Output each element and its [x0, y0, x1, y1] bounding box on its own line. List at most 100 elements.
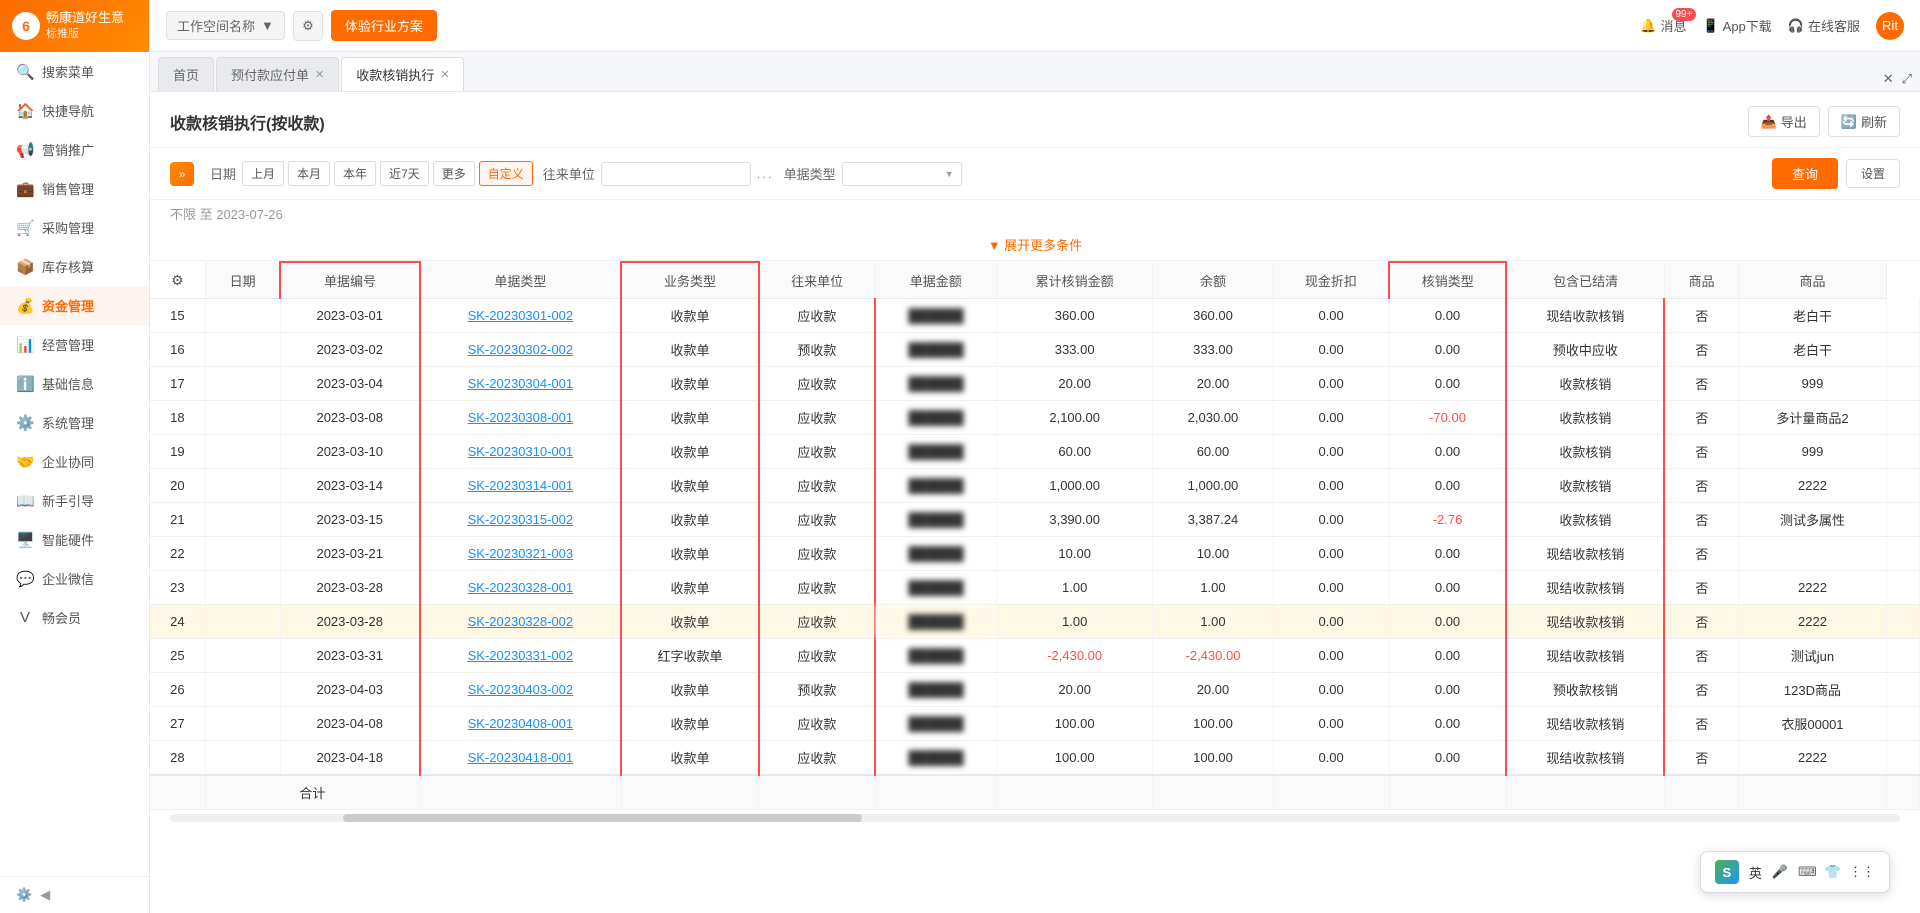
collapse-icon[interactable]: ◀ — [40, 887, 50, 903]
cell-bill_no[interactable]: SK-20230408-001 — [420, 707, 622, 741]
tab-payment-verify[interactable]: 收款核销执行✕ — [341, 57, 464, 91]
cell-bill_no[interactable]: SK-20230321-003 — [420, 537, 622, 571]
workspace-selector[interactable]: 工作空间名称 ▼ — [166, 11, 285, 40]
cell-bill_no[interactable]: SK-20230331-002 — [420, 639, 622, 673]
cell-bill_no[interactable]: SK-20230315-002 — [420, 503, 622, 537]
tab-close-prepay[interactable]: ✕ — [315, 68, 324, 81]
scroll-thumb[interactable] — [343, 814, 862, 822]
settings-small-button[interactable]: 设置 — [1846, 159, 1900, 188]
filter-bar: » 日期 上月 本月 本年 近7天 更多 自定义 往来单位 . — [150, 148, 1920, 200]
user-avatar[interactable]: Rit — [1876, 12, 1904, 40]
sidebar-item-finance[interactable]: 💰资金管理 — [0, 286, 149, 325]
cell-settings — [205, 707, 280, 741]
col-header-settings[interactable]: ⚙ — [150, 262, 205, 299]
col-header-amount: 单据金额 — [875, 262, 996, 299]
sidebar-item-corp[interactable]: 🤝企业协同 — [0, 442, 149, 481]
cell-bill_no[interactable]: SK-20230403-002 — [420, 673, 622, 707]
cell-settings — [205, 673, 280, 707]
experience-button[interactable]: 体验行业方案 — [331, 10, 437, 41]
refresh-button[interactable]: 🔄 刷新 — [1828, 106, 1900, 137]
cell-biz_type: 应收款 — [759, 299, 875, 333]
tab-close-payment-verify[interactable]: ✕ — [440, 68, 449, 81]
cell-bill_no[interactable]: SK-20230301-002 — [420, 299, 622, 333]
cell-date: 2023-03-31 — [280, 639, 419, 673]
bill-type-label: 单据类型 — [784, 164, 836, 183]
sidebar-item-quick[interactable]: 🏠快捷导航 — [0, 91, 149, 130]
last-month-button[interactable]: 上月 — [242, 161, 284, 186]
cell-bill_no[interactable]: SK-20230328-002 — [420, 605, 622, 639]
cell-verify_type: 现结收款核销 — [1506, 741, 1664, 776]
query-button[interactable]: 查询 — [1772, 158, 1838, 189]
cell-partner: ██████ — [875, 435, 996, 469]
tab-label-prepay: 预付款应付单 — [231, 65, 309, 84]
mic-icon[interactable]: 🎤 — [1772, 864, 1788, 880]
col-header-verified_amount: 累计核销金额 — [996, 262, 1153, 299]
table-scroll[interactable]: ⚙日期单据编号单据类型业务类型往来单位单据金额累计核销金额余额现金折扣核销类型包… — [150, 261, 1920, 810]
cell-settings — [205, 605, 280, 639]
sidebar-item-system[interactable]: ⚙️系统管理 — [0, 403, 149, 442]
this-year-button[interactable]: 本年 — [334, 161, 376, 186]
sidebar-item-inventory[interactable]: 📦库存核算 — [0, 247, 149, 286]
tab-home[interactable]: 首页 — [158, 57, 214, 91]
this-month-button[interactable]: 本月 — [288, 161, 330, 186]
tab-prepay[interactable]: 预付款应付单 ✕ — [216, 57, 339, 91]
horizontal-scrollbar[interactable] — [170, 814, 1900, 822]
cell-partner: ██████ — [875, 605, 996, 639]
partner-input[interactable] — [601, 162, 751, 186]
keyboard-icon[interactable]: ⌨ — [1798, 864, 1817, 880]
custom-date-button[interactable]: 自定义 — [479, 161, 533, 186]
page-title: 收款核销执行(按收款) — [170, 110, 325, 134]
cell-bill_no[interactable]: SK-20230302-002 — [420, 333, 622, 367]
search-icon: 🔍 — [16, 63, 34, 81]
last7days-button[interactable]: 近7天 — [380, 161, 429, 186]
sidebar-label-quick: 快捷导航 — [42, 101, 94, 120]
cell-bill_no[interactable]: SK-20230418-001 — [420, 741, 622, 776]
cell-product2 — [1886, 639, 1919, 673]
more-date-button[interactable]: 更多 — [433, 161, 475, 186]
cell-verified_amount: 10.00 — [1153, 537, 1273, 571]
cell-date: 2023-03-10 — [280, 435, 419, 469]
export-button[interactable]: 📤 导出 — [1748, 106, 1820, 137]
tab-close-all-icon[interactable]: ✕ — [1883, 71, 1894, 87]
settings-icon[interactable]: ⚙️ — [16, 887, 32, 903]
cell-partner: ██████ — [875, 299, 996, 333]
table-row: 192023-03-10SK-20230310-001收款单应收款██████6… — [150, 435, 1920, 469]
total-cell-6 — [996, 775, 1153, 810]
app-download-button[interactable]: 📱 App下载 — [1702, 16, 1771, 35]
cell-bill_no[interactable]: SK-20230314-001 — [420, 469, 622, 503]
sidebar-item-purchase[interactable]: 🛒采购管理 — [0, 208, 149, 247]
cell-no: 18 — [150, 401, 205, 435]
cell-include_settled: 否 — [1664, 299, 1738, 333]
date-range-text: 不限 至 2023-07-26 — [150, 200, 1920, 229]
sidebar-item-wechat[interactable]: 💬企业微信 — [0, 559, 149, 598]
cell-amount: 2,100.00 — [996, 401, 1153, 435]
cell-bill_no[interactable]: SK-20230328-001 — [420, 571, 622, 605]
cell-cash_discount: 0.00 — [1389, 673, 1506, 707]
sidebar-item-hardware[interactable]: 🖥️智能硬件 — [0, 520, 149, 559]
sidebar-item-marketing[interactable]: 📢营销推广 — [0, 130, 149, 169]
bill-type-select[interactable] — [842, 162, 962, 186]
total-cell-12 — [1739, 775, 1886, 810]
sidebar-item-guide[interactable]: 📖新手引导 — [0, 481, 149, 520]
sidebar-bottom[interactable]: ⚙️ ◀ — [0, 876, 149, 913]
cell-verified_amount: 20.00 — [1153, 673, 1273, 707]
online-service-button[interactable]: 🎧 在线客服 — [1788, 16, 1860, 35]
gear-button[interactable]: ⚙ — [293, 11, 323, 41]
cell-bill_no[interactable]: SK-20230304-001 — [420, 367, 622, 401]
sidebar-item-member[interactable]: V畅会员 — [0, 598, 149, 637]
cell-no: 23 — [150, 571, 205, 605]
sidebar-item-sales[interactable]: 💼销售管理 — [0, 169, 149, 208]
cell-bill_no[interactable]: SK-20230308-001 — [420, 401, 622, 435]
cell-bill_no[interactable]: SK-20230310-001 — [420, 435, 622, 469]
sidebar-item-search[interactable]: 🔍搜索菜单 — [0, 52, 149, 91]
cell-verified_amount: 100.00 — [1153, 741, 1273, 776]
filter-toggle-button[interactable]: » — [170, 162, 194, 186]
notification-button[interactable]: 🔔 消息 99+ — [1640, 16, 1686, 35]
cell-bill_type: 收款单 — [621, 571, 759, 605]
total-empty — [150, 775, 205, 810]
tab-expand-icon[interactable]: ⤢ — [1902, 71, 1912, 87]
expand-more-button[interactable]: ▼ 展开更多条件 — [150, 229, 1920, 261]
sidebar-item-operations[interactable]: 📊经营管理 — [0, 325, 149, 364]
cell-verify_type: 现结收款核销 — [1506, 707, 1664, 741]
sidebar-item-basic[interactable]: ℹ️基础信息 — [0, 364, 149, 403]
